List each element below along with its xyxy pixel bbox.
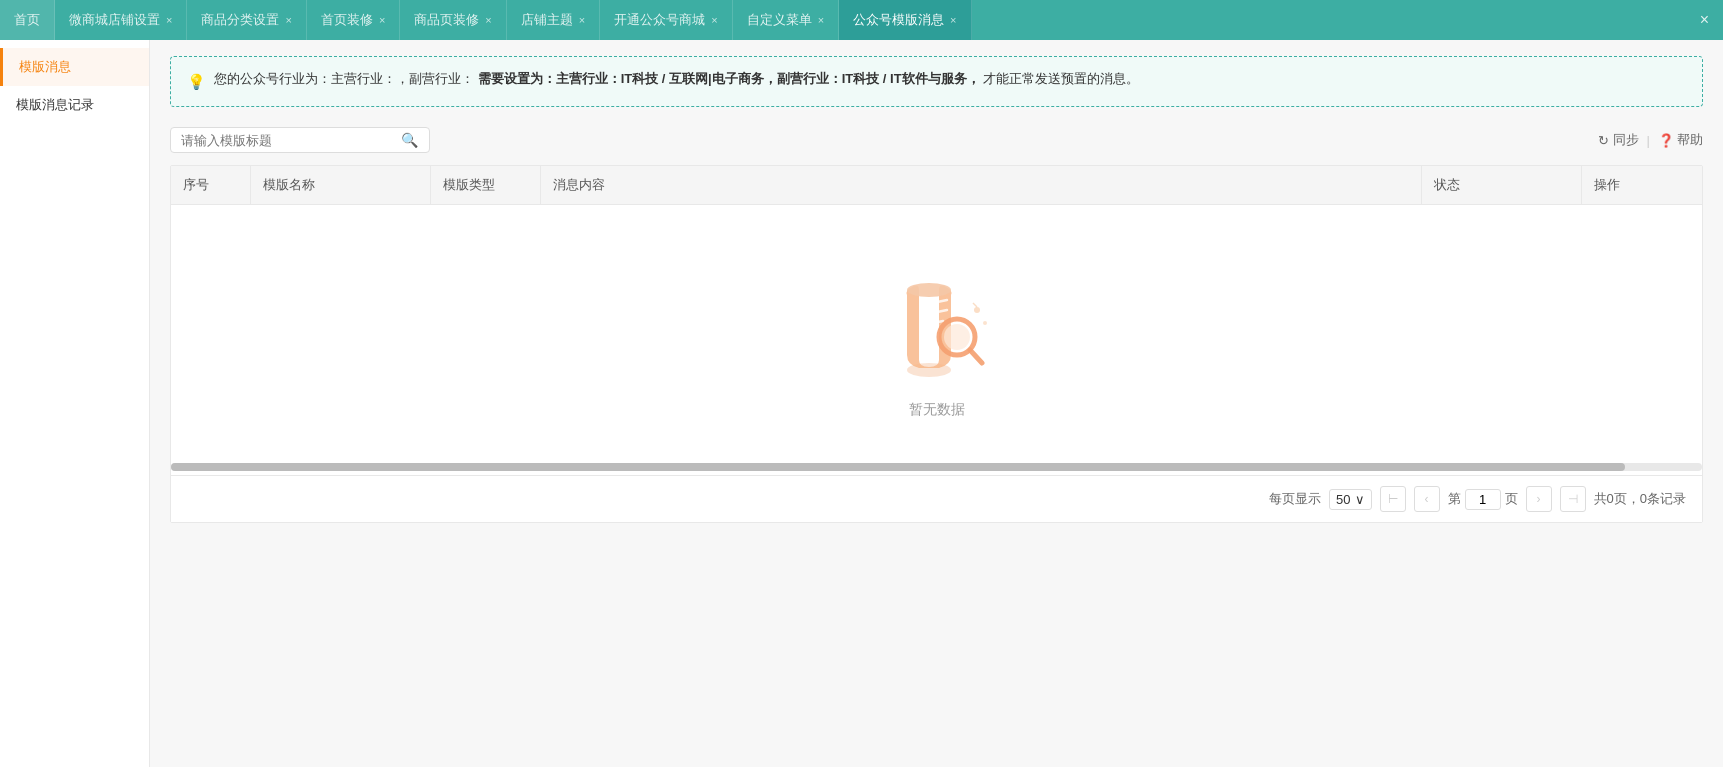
first-page-button[interactable]: ⊢ xyxy=(1380,486,1406,512)
svg-line-10 xyxy=(973,303,977,307)
sidebar: 模版消息 模版消息记录 xyxy=(0,40,150,767)
data-table: 序号 模版名称 模版类型 消息内容 状态 操作 xyxy=(170,165,1703,523)
tab-open-wechat-mall[interactable]: 开通公众号商城 × xyxy=(600,0,732,40)
search-input-wrap[interactable]: 🔍 xyxy=(170,127,430,153)
last-page-button[interactable]: ⊣ xyxy=(1560,486,1586,512)
close-all-tabs-button[interactable]: × xyxy=(1686,11,1723,29)
close-icon[interactable]: × xyxy=(379,14,385,26)
svg-line-4 xyxy=(923,331,939,335)
col-header-action: 操作 xyxy=(1582,166,1702,204)
lightbulb-icon: 💡 xyxy=(187,70,206,94)
close-icon[interactable]: × xyxy=(950,14,956,26)
tab-shop-theme[interactable]: 店铺主题 × xyxy=(507,0,600,40)
tab-shop-setting[interactable]: 微商城店铺设置 × xyxy=(55,0,187,40)
page-total: 共0页，0条记录 xyxy=(1594,490,1686,508)
tab-template-message[interactable]: 公众号模版消息 × xyxy=(839,0,971,40)
svg-line-7 xyxy=(970,350,982,363)
col-header-name: 模版名称 xyxy=(251,166,431,204)
empty-state: 暂无数据 xyxy=(171,205,1702,459)
tab-product-decor[interactable]: 商品页装修 × xyxy=(400,0,506,40)
empty-illustration xyxy=(877,265,997,385)
close-icon[interactable]: × xyxy=(711,14,717,26)
svg-point-11 xyxy=(907,283,951,297)
notice-text-suffix: 才能正常发送预置的消息。 xyxy=(983,71,1139,86)
search-input[interactable] xyxy=(181,133,401,148)
top-navigation: 首页 微商城店铺设置 × 商品分类设置 × 首页装修 × 商品页装修 × 店铺主… xyxy=(0,0,1723,40)
table-header: 序号 模版名称 模版类型 消息内容 状态 操作 xyxy=(171,166,1702,205)
help-button[interactable]: ❓ 帮助 xyxy=(1658,131,1703,149)
page-size-value: 50 xyxy=(1336,492,1350,507)
empty-text: 暂无数据 xyxy=(909,401,965,419)
svg-point-9 xyxy=(983,321,987,325)
notice-text-highlight: 需要设置为：主营行业：IT科技 / 互联网|电子商务，副营行业：IT科技 / I… xyxy=(478,71,980,86)
prev-page-button[interactable]: ‹ xyxy=(1414,486,1440,512)
close-icon[interactable]: × xyxy=(579,14,585,26)
tab-category-setting[interactable]: 商品分类设置 × xyxy=(187,0,306,40)
close-icon[interactable]: × xyxy=(485,14,491,26)
search-actions: ↻ 同步 | ❓ 帮助 xyxy=(1598,131,1703,149)
page-size-select[interactable]: 50 ∨ xyxy=(1329,489,1371,510)
close-icon[interactable]: × xyxy=(285,14,291,26)
svg-point-8 xyxy=(974,307,980,313)
col-header-index: 序号 xyxy=(171,166,251,204)
col-header-status: 状态 xyxy=(1422,166,1582,204)
page-number-input[interactable] xyxy=(1465,489,1501,510)
col-header-type: 模版类型 xyxy=(431,166,541,204)
tab-home[interactable]: 首页 xyxy=(0,0,55,40)
col-header-content: 消息内容 xyxy=(541,166,1422,204)
sync-icon: ↻ xyxy=(1598,133,1609,148)
sync-button[interactable]: ↻ 同步 xyxy=(1598,131,1639,149)
svg-point-6 xyxy=(944,324,970,350)
close-icon[interactable]: × xyxy=(818,14,824,26)
close-icon[interactable]: × xyxy=(166,14,172,26)
sidebar-item-template-message-record[interactable]: 模版消息记录 xyxy=(0,86,149,124)
next-page-button[interactable]: › xyxy=(1526,486,1552,512)
scrollbar-thumb[interactable] xyxy=(171,463,1625,471)
main-layout: 模版消息 模版消息记录 💡 您的公众号行业为：主营行业：，副营行业： 需要设置为… xyxy=(0,40,1723,767)
page-size-label: 每页显示 xyxy=(1269,490,1321,508)
scrollbar-track[interactable] xyxy=(171,463,1702,471)
help-icon: ❓ xyxy=(1658,133,1674,148)
page-unit: 页 xyxy=(1505,490,1518,508)
sidebar-item-template-message[interactable]: 模版消息 xyxy=(0,48,149,86)
page-label: 第 xyxy=(1448,490,1461,508)
divider: | xyxy=(1647,133,1650,148)
tab-home-decor[interactable]: 首页装修 × xyxy=(307,0,400,40)
page-input-wrap: 第 页 xyxy=(1448,489,1518,510)
pagination: 每页显示 50 ∨ ⊢ ‹ 第 页 › ⊣ 共0页，0条记录 xyxy=(171,475,1702,522)
chevron-down-icon: ∨ xyxy=(1355,492,1365,507)
tab-custom-menu[interactable]: 自定义菜单 × xyxy=(733,0,839,40)
notice-box: 💡 您的公众号行业为：主营行业：，副营行业： 需要设置为：主营行业：IT科技 /… xyxy=(170,56,1703,107)
search-icon[interactable]: 🔍 xyxy=(401,132,418,148)
main-content: 💡 您的公众号行业为：主营行业：，副营行业： 需要设置为：主营行业：IT科技 /… xyxy=(150,40,1723,767)
notice-text-prefix: 您的公众号行业为：主营行业：，副营行业： xyxy=(214,71,474,86)
search-bar: 🔍 ↻ 同步 | ❓ 帮助 xyxy=(170,127,1703,153)
